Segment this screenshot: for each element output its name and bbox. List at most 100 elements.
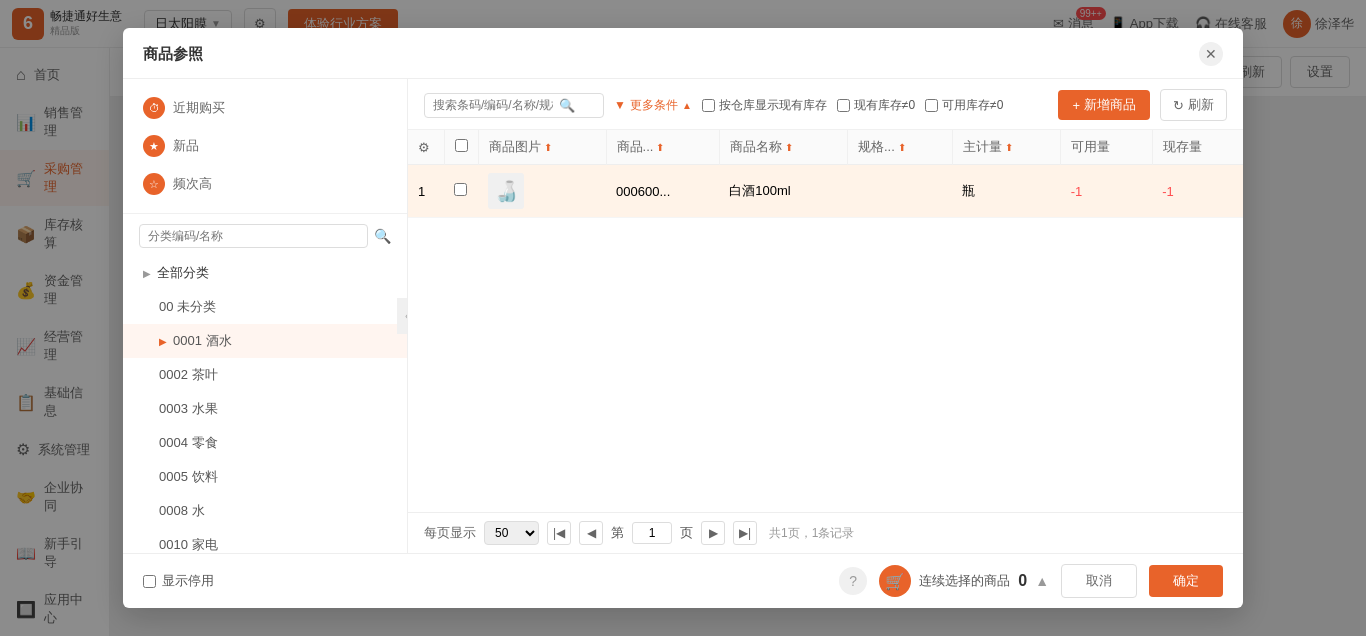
modal-body: ⏱ 近期购买 ★ 新品 ☆ 频次高 🔍 <box>123 79 1243 553</box>
usable-label: 可用库存≠0 <box>942 97 1003 114</box>
stock-value: -1 <box>1162 184 1174 199</box>
confirm-btn[interactable]: 确定 <box>1149 565 1223 597</box>
category-search-input[interactable] <box>139 224 368 248</box>
modal-footer: 显示停用 ? 🛒 连续选择的商品 0 ▲ 取消 确定 <box>123 553 1243 608</box>
category-tree: ▶ 全部分类 00 未分类 ▶ 0001 酒水 0002 茶叶 0003 水果 <box>123 256 407 553</box>
unit-col-sort: 主计量 ⬆ <box>963 138 1050 156</box>
cat-label-0001: 0001 酒水 <box>173 332 232 350</box>
unit-sort-icon: ⬆ <box>1005 142 1013 153</box>
cat-uncategorized[interactable]: 00 未分类 <box>123 290 407 324</box>
category-search-btn[interactable]: 🔍 <box>374 228 391 244</box>
recent-icon: ⏱ <box>143 97 165 119</box>
cat-arrow-all: ▶ <box>143 268 151 279</box>
th-checkbox <box>444 130 478 165</box>
next-page-btn[interactable]: ▶ <box>701 521 725 545</box>
page-prefix: 第 <box>611 524 624 542</box>
spec-col-sort: 规格... ⬆ <box>858 138 942 156</box>
settings-col-icon[interactable]: ⚙ <box>418 140 430 155</box>
cat-arrow-0001: ▶ <box>159 336 167 347</box>
cart-collapse-icon[interactable]: ▲ <box>1035 573 1049 589</box>
frequent-tab[interactable]: ☆ 频次高 <box>123 165 407 203</box>
th-name-label: 商品名称 <box>730 138 782 156</box>
cart-area: 🛒 连续选择的商品 0 ▲ <box>879 565 1049 597</box>
quick-tabs: ⏱ 近期购买 ★ 新品 ☆ 频次高 <box>123 79 407 209</box>
search-icon[interactable]: 🔍 <box>559 98 575 113</box>
product-search-input[interactable] <box>433 98 553 112</box>
last-page-btn[interactable]: ▶| <box>733 521 757 545</box>
cat-label-0010: 0010 家电 <box>159 536 218 553</box>
first-page-btn[interactable]: |◀ <box>547 521 571 545</box>
available-checkbox-row[interactable]: 现有库存≠0 <box>837 97 915 114</box>
modal-title: 商品参照 <box>143 45 203 64</box>
help-btn[interactable]: ? <box>839 567 867 595</box>
new-product-tab[interactable]: ★ 新品 <box>123 127 407 165</box>
add-icon: + <box>1072 98 1080 113</box>
page-unit: 页 <box>680 524 693 542</box>
refresh-icon: ↻ <box>1173 98 1184 113</box>
show-disabled-check[interactable]: 显示停用 <box>143 572 214 590</box>
product-search-box: 🔍 <box>424 93 604 118</box>
table-body: 1 🍶 000600... 白酒100ml 瓶 <box>408 165 1243 218</box>
modal-toolbar: 🔍 ▼ 更多条件 ▲ 按仓库显示现有库存 现有库存≠0 <box>408 79 1243 130</box>
td-img: 🍶 <box>478 165 606 218</box>
th-spec-label: 规格... <box>858 138 895 156</box>
th-code: 商品... ⬆ <box>606 130 719 165</box>
filter-arrow-icon: ▲ <box>682 100 692 111</box>
add-label: 新增商品 <box>1084 96 1136 114</box>
th-spec: 规格... ⬆ <box>847 130 952 165</box>
cat-label-0005: 0005 饮料 <box>159 468 218 486</box>
available-checkbox[interactable] <box>837 99 850 112</box>
page-input[interactable] <box>632 522 672 544</box>
warehouse-checkbox-row[interactable]: 按仓库显示现有库存 <box>702 97 827 114</box>
th-img: 商品图片 ⬆ <box>478 130 606 165</box>
new-icon: ★ <box>143 135 165 157</box>
add-product-btn[interactable]: + 新增商品 <box>1058 90 1150 120</box>
total-info: 共1页，1条记录 <box>769 525 854 542</box>
row-checkbox[interactable] <box>454 183 467 196</box>
cart-icon[interactable]: 🛒 <box>879 565 911 597</box>
filter-icon: ▼ <box>614 98 626 112</box>
usable-checkbox-row[interactable]: 可用库存≠0 <box>925 97 1003 114</box>
modal-right-panel: 🔍 ▼ 更多条件 ▲ 按仓库显示现有库存 现有库存≠0 <box>408 79 1243 553</box>
code-sort-icon: ⬆ <box>656 142 664 153</box>
code-col-sort: 商品... ⬆ <box>617 138 709 156</box>
refresh-label: 刷新 <box>1188 96 1214 114</box>
cat-all[interactable]: ▶ 全部分类 <box>123 256 407 290</box>
available-label: 现有库存≠0 <box>854 97 915 114</box>
refresh-table-btn[interactable]: ↻ 刷新 <box>1160 89 1227 121</box>
spec-sort-icon: ⬆ <box>898 142 906 153</box>
cat-fruit[interactable]: 0003 水果 <box>123 392 407 426</box>
cancel-btn[interactable]: 取消 <box>1061 564 1137 598</box>
th-stock: 现存量 <box>1152 130 1243 165</box>
modal-close-btn[interactable]: ✕ <box>1199 42 1223 66</box>
prev-page-btn[interactable]: ◀ <box>579 521 603 545</box>
cat-appliance[interactable]: 0010 家电 <box>123 528 407 553</box>
available-value: -1 <box>1071 184 1083 199</box>
cat-alcohol[interactable]: ▶ 0001 酒水 <box>123 324 407 358</box>
recent-purchase-tab[interactable]: ⏱ 近期购买 <box>123 89 407 127</box>
more-filter-btn[interactable]: ▼ 更多条件 ▲ <box>614 97 692 114</box>
cat-snack[interactable]: 0004 零食 <box>123 426 407 460</box>
cat-drink[interactable]: 0005 饮料 <box>123 460 407 494</box>
usable-checkbox[interactable] <box>925 99 938 112</box>
select-all-checkbox[interactable] <box>455 139 468 152</box>
new-label: 新品 <box>173 137 199 155</box>
warehouse-checkbox[interactable] <box>702 99 715 112</box>
td-index: 1 <box>408 165 444 218</box>
cat-tea[interactable]: 0002 茶叶 <box>123 358 407 392</box>
frequent-label: 频次高 <box>173 175 212 193</box>
cart-label: 连续选择的商品 <box>919 572 1010 590</box>
th-code-label: 商品... <box>617 138 654 156</box>
name-sort-icon: ⬆ <box>785 142 793 153</box>
show-disabled-checkbox[interactable] <box>143 575 156 588</box>
panel-collapse-btn[interactable]: ‹ <box>397 298 408 334</box>
per-page-select[interactable]: 50 100 <box>484 521 539 545</box>
cat-label-0002: 0002 茶叶 <box>159 366 218 384</box>
td-spec <box>847 165 952 218</box>
td-unit: 瓶 <box>952 165 1060 218</box>
modal-header: 商品参照 ✕ <box>123 28 1243 79</box>
cat-water[interactable]: 0008 水 <box>123 494 407 528</box>
cat-label-all: 全部分类 <box>157 264 209 282</box>
frequent-icon: ☆ <box>143 173 165 195</box>
table-row[interactable]: 1 🍶 000600... 白酒100ml 瓶 <box>408 165 1243 218</box>
